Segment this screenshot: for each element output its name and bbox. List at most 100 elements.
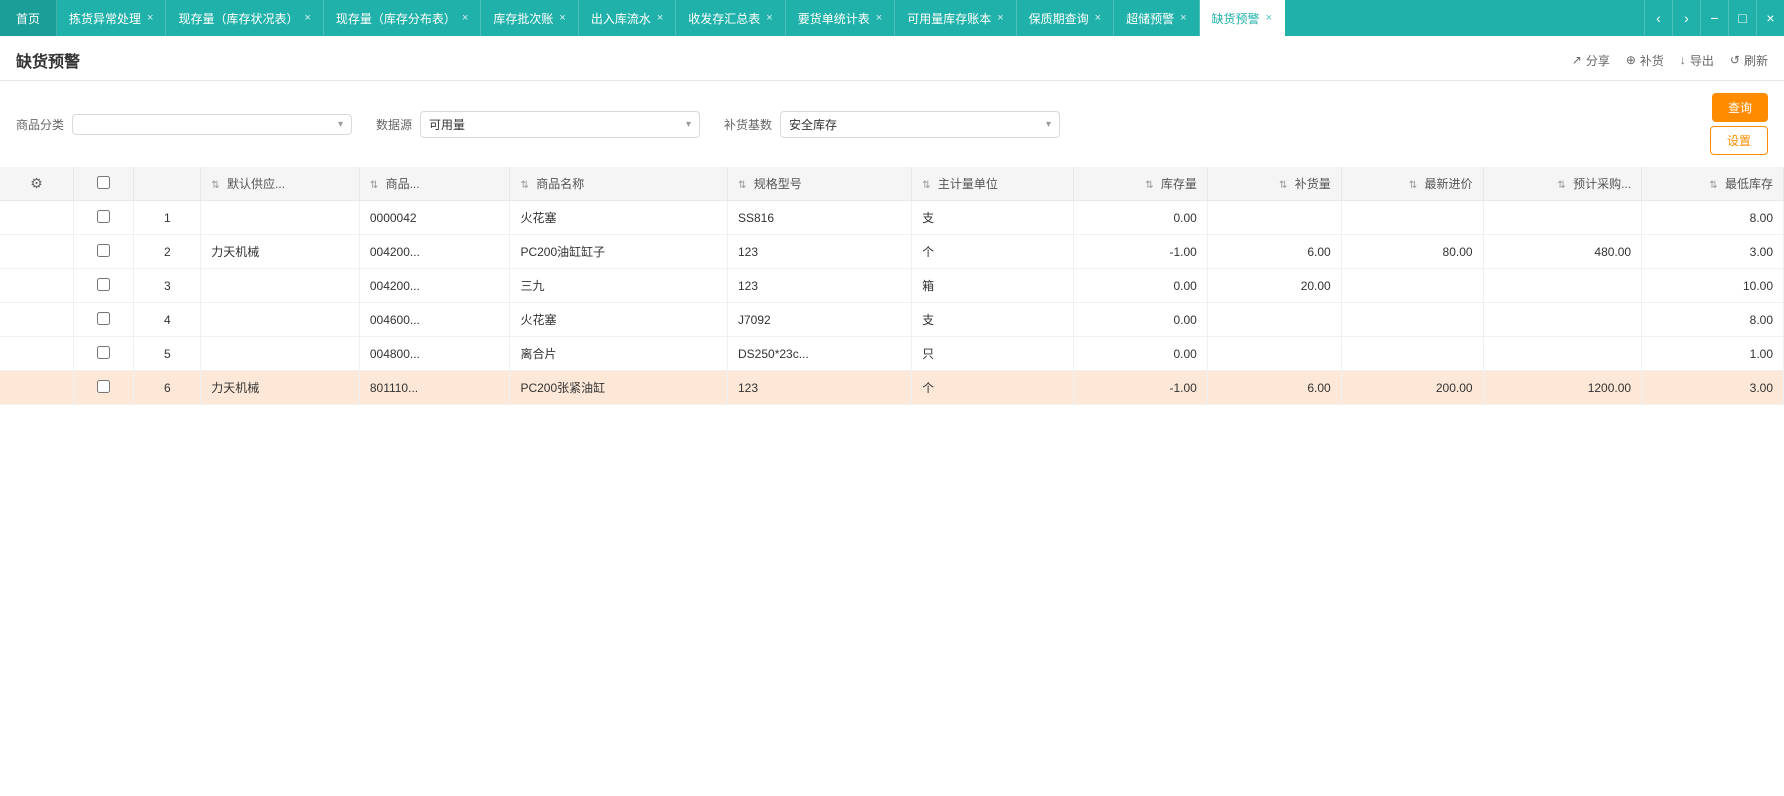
- refresh-button[interactable]: ↺ 刷新: [1730, 52, 1768, 69]
- row-replenish-cell: [1207, 337, 1341, 371]
- row-checkbox-3[interactable]: [97, 312, 110, 325]
- row-checkbox-0[interactable]: [97, 210, 110, 223]
- row-num-cell: 4: [134, 303, 201, 337]
- query-button[interactable]: 查询: [1712, 93, 1768, 122]
- col-purchase-label: 预计采购...: [1573, 177, 1631, 191]
- tab-1-label: 拣货异常处理: [69, 10, 141, 27]
- row-minstock-cell: 3.00: [1642, 235, 1784, 269]
- tab-5-close[interactable]: ×: [657, 12, 663, 24]
- tab-minimize-button[interactable]: −: [1700, 0, 1728, 36]
- tab-3-close[interactable]: ×: [462, 12, 468, 24]
- replenish-button[interactable]: ⊕ 补货: [1626, 52, 1664, 69]
- tab-7[interactable]: 要货单统计表 ×: [786, 0, 895, 36]
- sort-unit-icon: ⇅: [922, 180, 930, 191]
- row-check-cell[interactable]: [74, 269, 134, 303]
- tab-bar: 首页 拣货异常处理 × 现存量（库存状况表） × 现存量（库存分布表） × 库存…: [0, 0, 1784, 36]
- tab-9[interactable]: 保质期查询 ×: [1017, 0, 1114, 36]
- tab-10[interactable]: 超储预警 ×: [1114, 0, 1199, 36]
- tab-3[interactable]: 现存量（库存分布表） ×: [324, 0, 481, 36]
- row-code-cell: 004200...: [359, 235, 510, 269]
- sort-minstock-icon: ⇅: [1709, 180, 1717, 191]
- tab-1-close[interactable]: ×: [147, 12, 153, 24]
- tab-9-close[interactable]: ×: [1095, 12, 1101, 24]
- tab-next-button[interactable]: ›: [1672, 0, 1700, 36]
- table-row: 2 力天机械 004200... PC200油缸缸子 123 个 -1.00 6…: [0, 235, 1784, 269]
- datasource-value: 可用量: [429, 116, 465, 133]
- row-price-cell: [1341, 337, 1483, 371]
- col-header-stock[interactable]: ⇅ 库存量: [1073, 167, 1207, 201]
- row-name-cell: 三九: [510, 269, 728, 303]
- gear-settings-icon[interactable]: ⚙: [30, 175, 43, 191]
- col-header-price[interactable]: ⇅ 最新进价: [1341, 167, 1483, 201]
- row-check-cell[interactable]: [74, 235, 134, 269]
- page-header: 缺货预警 ↗ 分享 ⊕ 补货 ↓ 导出 ↺ 刷新: [0, 36, 1784, 81]
- col-header-gear[interactable]: ⚙: [0, 167, 74, 201]
- row-purchase-cell: [1483, 303, 1642, 337]
- sort-supplier-icon: ⇅: [211, 180, 219, 191]
- col-header-name[interactable]: ⇅ 商品名称: [510, 167, 728, 201]
- tab-11-close[interactable]: ×: [1266, 12, 1272, 24]
- tab-5[interactable]: 出入库流水 ×: [579, 0, 676, 36]
- col-header-check[interactable]: [74, 167, 134, 201]
- row-check-cell[interactable]: [74, 371, 134, 405]
- row-supplier-cell: [201, 201, 360, 235]
- row-unit-cell: 箱: [912, 269, 1074, 303]
- tab-6-close[interactable]: ×: [766, 12, 772, 24]
- export-icon: ↓: [1680, 53, 1686, 67]
- row-supplier-cell: [201, 269, 360, 303]
- row-checkbox-1[interactable]: [97, 244, 110, 257]
- col-header-purchase[interactable]: ⇅ 预计采购...: [1483, 167, 1642, 201]
- row-num-cell: 2: [134, 235, 201, 269]
- tab-11[interactable]: 缺货预警 ×: [1200, 0, 1285, 36]
- tab-4[interactable]: 库存批次账 ×: [481, 0, 578, 36]
- export-button[interactable]: ↓ 导出: [1680, 52, 1714, 69]
- tab-home[interactable]: 首页: [0, 0, 57, 36]
- row-price-cell: [1341, 201, 1483, 235]
- tab-2-close[interactable]: ×: [304, 12, 310, 24]
- row-spec-cell: 123: [728, 235, 912, 269]
- tab-10-close[interactable]: ×: [1180, 12, 1186, 24]
- tab-8-close[interactable]: ×: [997, 12, 1003, 24]
- tab-3-label: 现存量（库存分布表）: [336, 10, 456, 27]
- row-code-cell: 004600...: [359, 303, 510, 337]
- replenish-base-select[interactable]: 安全库存 ▾: [780, 111, 1060, 138]
- tab-8[interactable]: 可用量库存账本 ×: [895, 0, 1016, 36]
- settings-button[interactable]: 设置: [1710, 126, 1768, 155]
- row-check-cell[interactable]: [74, 303, 134, 337]
- tab-4-close[interactable]: ×: [559, 12, 565, 24]
- row-replenish-cell: 20.00: [1207, 269, 1341, 303]
- row-unit-cell: 支: [912, 201, 1074, 235]
- select-all-checkbox[interactable]: [97, 176, 110, 189]
- filter-bar: 商品分类 ▾ 数据源 可用量 ▾ 补货基数 安全库存 ▾ 查询 设置: [0, 81, 1784, 167]
- tab-7-close[interactable]: ×: [876, 12, 882, 24]
- tab-maximize-button[interactable]: □: [1728, 0, 1756, 36]
- row-check-cell[interactable]: [74, 201, 134, 235]
- share-button[interactable]: ↗ 分享: [1572, 52, 1610, 69]
- col-header-minstock[interactable]: ⇅ 最低库存: [1642, 167, 1784, 201]
- col-stock-label: 库存量: [1161, 177, 1197, 191]
- tab-1[interactable]: 拣货异常处理 ×: [57, 0, 166, 36]
- row-checkbox-2[interactable]: [97, 278, 110, 291]
- col-header-replenish[interactable]: ⇅ 补货量: [1207, 167, 1341, 201]
- row-check-cell[interactable]: [74, 337, 134, 371]
- refresh-label: 刷新: [1744, 52, 1768, 69]
- tab-6[interactable]: 收发存汇总表 ×: [676, 0, 785, 36]
- col-header-spec[interactable]: ⇅ 规格型号: [728, 167, 912, 201]
- col-header-code[interactable]: ⇅ 商品...: [359, 167, 510, 201]
- row-supplier-cell: [201, 303, 360, 337]
- sort-price-icon: ⇅: [1409, 180, 1417, 191]
- row-checkbox-5[interactable]: [97, 380, 110, 393]
- tab-2[interactable]: 现存量（库存状况表） ×: [166, 0, 323, 36]
- tab-close-window-button[interactable]: ×: [1756, 0, 1784, 36]
- col-header-unit[interactable]: ⇅ 主计量单位: [912, 167, 1074, 201]
- category-select[interactable]: ▾: [72, 114, 352, 135]
- row-checkbox-4[interactable]: [97, 346, 110, 359]
- row-stock-cell: 0.00: [1073, 201, 1207, 235]
- row-stock-cell: 0.00: [1073, 269, 1207, 303]
- tab-prev-button[interactable]: ‹: [1644, 0, 1672, 36]
- row-stock-cell: -1.00: [1073, 371, 1207, 405]
- replenish-label: 补货: [1640, 52, 1664, 69]
- datasource-select[interactable]: 可用量 ▾: [420, 111, 700, 138]
- col-header-supplier[interactable]: ⇅ 默认供应...: [201, 167, 360, 201]
- category-filter: 商品分类 ▾: [16, 114, 352, 135]
